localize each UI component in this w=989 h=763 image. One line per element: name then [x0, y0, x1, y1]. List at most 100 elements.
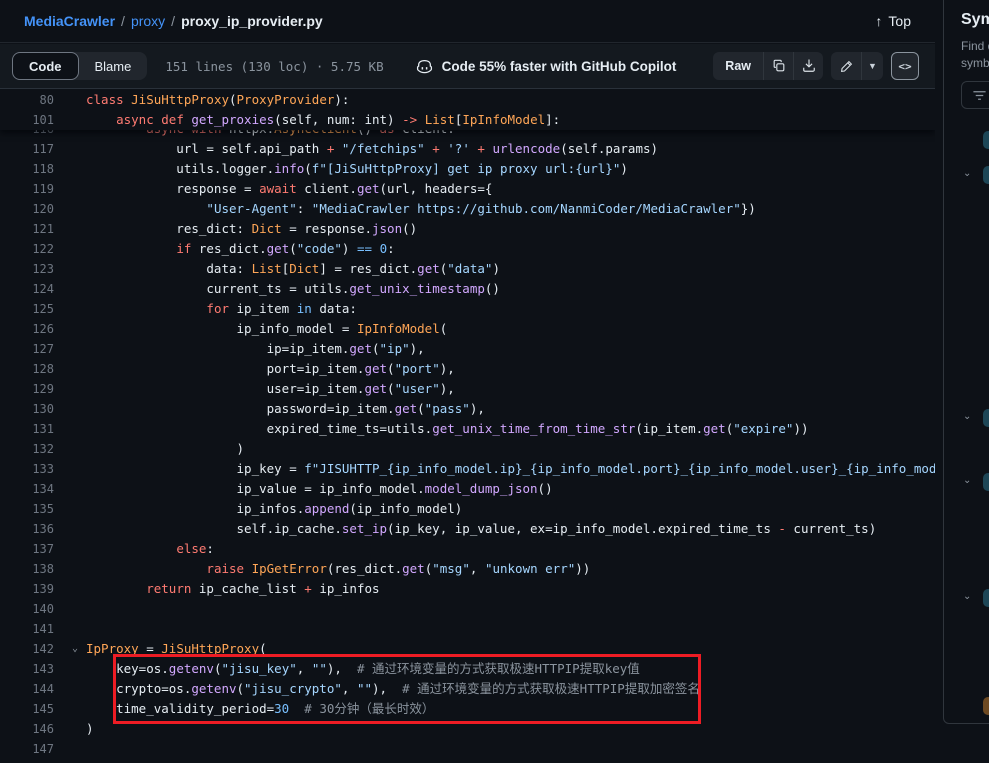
line-number[interactable]: 143 [0, 659, 64, 679]
file-toolbar: Code Blame 151 lines (130 loc) · 5.75 KB… [0, 44, 935, 89]
code-blame-tabs: Code Blame [12, 52, 147, 80]
symbols-filter-button[interactable] [961, 81, 989, 109]
line-number[interactable]: 141 [0, 619, 64, 639]
code-text: if res_dict.get("code") == 0: [86, 239, 935, 259]
collapse-chevron-icon[interactable]: ⌄ [64, 639, 86, 659]
chevron-spacer [64, 579, 86, 599]
tab-code[interactable]: Code [12, 52, 79, 80]
chevron-spacer [64, 319, 86, 339]
breadcrumb-repo-link[interactable]: MediaCrawler [24, 13, 115, 29]
edit-pencil-icon[interactable] [831, 52, 861, 80]
code-line: 120 "User-Agent": "MediaCrawler https://… [0, 199, 935, 219]
line-number[interactable]: 130 [0, 399, 64, 419]
chevron-spacer [64, 399, 86, 419]
breadcrumb-bar: MediaCrawler / proxy / proxy_ip_provider… [0, 0, 935, 43]
breadcrumb-separator: / [121, 13, 125, 29]
line-number[interactable]: 133 [0, 459, 64, 479]
back-to-top-link[interactable]: ↑ Top [875, 13, 911, 29]
line-number[interactable]: 147 [0, 739, 64, 759]
line-number[interactable]: 138 [0, 559, 64, 579]
line-number[interactable]: 140 [0, 599, 64, 619]
code-text: self.ip_cache.set_ip(ip_key, ip_value, e… [86, 519, 935, 539]
symbol-item[interactable] [983, 589, 989, 607]
code-text: password=ip_item.get("pass"), [86, 399, 935, 419]
code-text [86, 599, 935, 619]
symbol-item[interactable] [983, 131, 989, 149]
line-number[interactable]: 134 [0, 479, 64, 499]
raw-button[interactable]: Raw [713, 52, 763, 80]
code-line: 122 if res_dict.get("code") == 0: [0, 239, 935, 259]
line-number[interactable]: 132 [0, 439, 64, 459]
line-number[interactable]: 131 [0, 419, 64, 439]
code-text: current_ts = utils.get_unix_timestamp() [86, 279, 935, 299]
edit-dropdown-caret-icon[interactable]: ▼ [861, 52, 883, 80]
code-line: 121 res_dict: Dict = response.json() [0, 219, 935, 239]
breadcrumb-folder-link[interactable]: proxy [131, 13, 165, 29]
symbol-expand-chevron-icon[interactable]: ⌄ [963, 169, 971, 179]
line-number[interactable]: 118 [0, 159, 64, 179]
copy-icon[interactable] [763, 52, 793, 80]
line-number[interactable]: 137 [0, 539, 64, 559]
code-line: 144 crypto=os.getenv("jisu_crypto", ""),… [0, 679, 935, 699]
code-line: 128 port=ip_item.get("port"), [0, 359, 935, 379]
line-number[interactable]: 121 [0, 219, 64, 239]
chevron-spacer [64, 679, 86, 699]
line-number[interactable]: 120 [0, 199, 64, 219]
line-number[interactable]: 128 [0, 359, 64, 379]
line-number[interactable]: 123 [0, 259, 64, 279]
code-line: 127 ip=ip_item.get("ip"), [0, 339, 935, 359]
line-number[interactable]: 127 [0, 339, 64, 359]
chevron-spacer [64, 479, 86, 499]
symbol-item[interactable] [983, 697, 989, 715]
code-line: 135 ip_infos.append(ip_info_model) [0, 499, 935, 519]
code-line: 137 else: [0, 539, 935, 559]
line-number[interactable]: 136 [0, 519, 64, 539]
tab-blame[interactable]: Blame [79, 52, 148, 80]
code-text: raise IpGetError(res_dict.get("msg", "un… [86, 559, 935, 579]
code-text: utils.logger.info(f"[JiSuHttpProxy] get … [86, 159, 935, 179]
symbol-expand-chevron-icon[interactable]: ⌄ [963, 412, 971, 422]
download-icon[interactable] [793, 52, 823, 80]
code-line: 131 expired_time_ts=utils.get_unix_time_… [0, 419, 935, 439]
code-text: for ip_item in data: [86, 299, 935, 319]
symbols-panel-toggle[interactable]: <> [891, 52, 919, 80]
line-number[interactable]: 122 [0, 239, 64, 259]
line-number[interactable]: 142 [0, 639, 64, 659]
line-number[interactable]: 146 [0, 719, 64, 739]
line-number[interactable]: 126 [0, 319, 64, 339]
chevron-spacer [64, 739, 86, 759]
code-line: 146) [0, 719, 935, 739]
chevron-spacer [64, 219, 86, 239]
symbol-item[interactable] [983, 166, 989, 184]
chevron-spacer [64, 339, 86, 359]
line-number[interactable]: 117 [0, 139, 64, 159]
symbol-expand-chevron-icon[interactable]: ⌄ [963, 592, 971, 602]
code-text: expired_time_ts=utils.get_unix_time_from… [86, 419, 935, 439]
line-number[interactable]: 139 [0, 579, 64, 599]
code-line: 80 class JiSuHttpProxy(ProxyProvider): [0, 90, 935, 110]
chevron-spacer [64, 499, 86, 519]
line-number[interactable]: 119 [0, 179, 64, 199]
code-line: 125 for ip_item in data: [0, 299, 935, 319]
code-line: 123 data: List[Dict] = res_dict.get("dat… [0, 259, 935, 279]
code-line: 117 url = self.api_path + "/fetchips" + … [0, 139, 935, 159]
symbol-item[interactable] [983, 409, 989, 427]
symbol-expand-chevron-icon[interactable]: ⌄ [963, 476, 971, 486]
line-number[interactable]: 135 [0, 499, 64, 519]
raw-button-group: Raw [713, 52, 823, 80]
line-number[interactable]: 144 [0, 679, 64, 699]
line-number[interactable]: 80 [0, 90, 64, 110]
code-text: class JiSuHttpProxy(ProxyProvider): [86, 90, 935, 110]
code-line: 139 return ip_cache_list + ip_infos [0, 579, 935, 599]
line-number[interactable]: 145 [0, 699, 64, 719]
line-number[interactable]: 124 [0, 279, 64, 299]
chevron-spacer [64, 439, 86, 459]
line-number[interactable]: 129 [0, 379, 64, 399]
symbol-item[interactable] [983, 473, 989, 491]
code-line: 145 time_validity_period=30 # 30分钟（最长时效） [0, 699, 935, 719]
breadcrumb-separator: / [171, 13, 175, 29]
chevron-spacer [64, 519, 86, 539]
line-number[interactable]: 101 [0, 110, 64, 130]
chevron-spacer [64, 359, 86, 379]
line-number[interactable]: 125 [0, 299, 64, 319]
